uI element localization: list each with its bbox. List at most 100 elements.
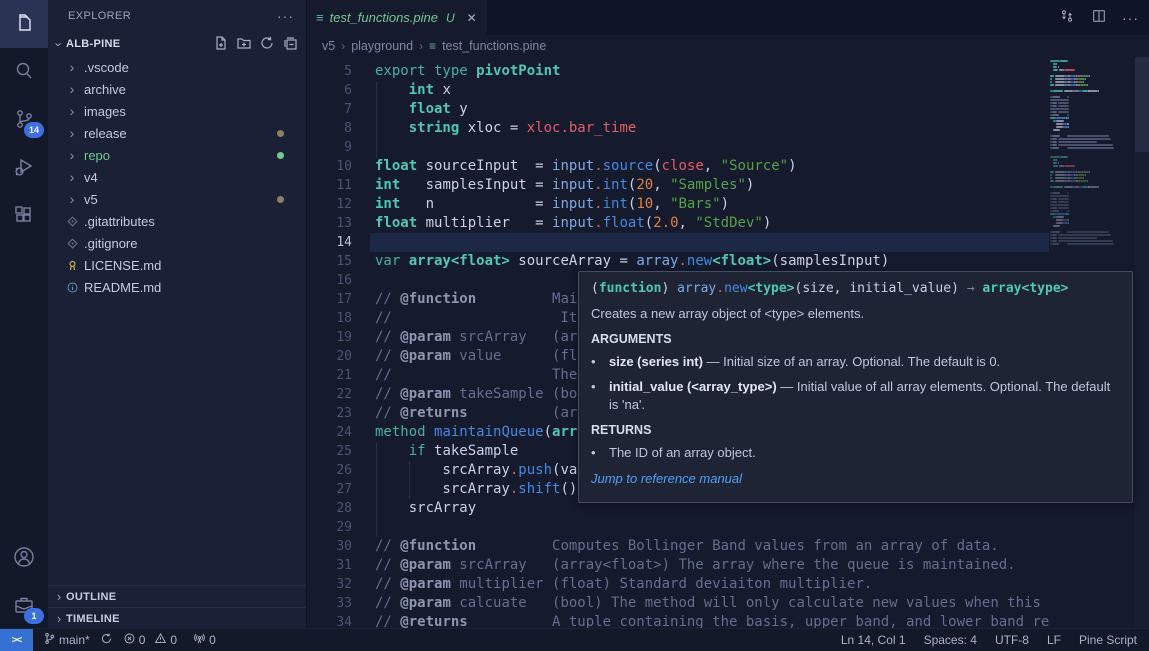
new-file-icon[interactable]	[213, 35, 229, 54]
workspace-section-header[interactable]: › ALB-PINE	[48, 32, 306, 56]
line-number[interactable]: 25	[306, 442, 352, 461]
line-number[interactable]: 13	[306, 214, 352, 233]
code-line-13[interactable]: 13 float multiplier = input.float(2.0, "S…	[306, 214, 1049, 233]
tree-item-v5[interactable]: › v5	[48, 188, 306, 210]
line-number[interactable]: 33	[306, 594, 352, 613]
line-number[interactable]: 16	[306, 271, 352, 290]
line-number[interactable]: 26	[306, 461, 352, 480]
activity-bar: 14 1	[0, 0, 48, 629]
status-encoding[interactable]: UTF-8	[995, 633, 1029, 647]
compare-changes-icon[interactable]	[1058, 7, 1076, 28]
line-number[interactable]: 27	[306, 480, 352, 499]
tree-item-repo[interactable]: › repo	[48, 144, 306, 166]
line-number[interactable]: 29	[306, 518, 352, 537]
activity-source-control[interactable]: 14	[0, 96, 48, 144]
line-content: // It	[375, 310, 578, 326]
activity-extensions[interactable]	[0, 192, 48, 240]
code-line-29[interactable]: 29	[306, 518, 1049, 537]
activity-run-debug[interactable]	[0, 144, 48, 192]
panel-outline[interactable]: › OUTLINE	[48, 585, 306, 607]
tree-item--vscode[interactable]: › .vscode	[48, 56, 306, 78]
breadcrumb-item[interactable]: v5	[322, 39, 335, 53]
line-number[interactable]: 12	[306, 195, 352, 214]
scrollbar[interactable]	[1135, 57, 1149, 629]
tree-item-license-md[interactable]: LICENSE.md	[48, 254, 306, 276]
status-language-mode[interactable]: Pine Script	[1079, 633, 1137, 647]
git-branch-item[interactable]: main*	[43, 632, 90, 648]
split-editor-icon[interactable]	[1090, 7, 1108, 28]
minimap-line	[1082, 186, 1088, 188]
status-eol[interactable]: LF	[1047, 633, 1061, 647]
activity-briefcase[interactable]: 1	[0, 582, 48, 630]
code-line-7[interactable]: 7 float y	[306, 100, 1049, 119]
sync-button[interactable]	[100, 632, 113, 648]
activity-account[interactable]	[0, 534, 48, 582]
line-number[interactable]: 32	[306, 575, 352, 594]
ports-item[interactable]: 0	[193, 632, 216, 648]
code-line-9[interactable]: 9	[306, 138, 1049, 157]
code-line-30[interactable]: 30 // @function Computes Bollinger Band v…	[306, 537, 1049, 556]
code-line-12[interactable]: 12 int n = input.int(10, "Bars")	[306, 195, 1049, 214]
line-number[interactable]: 28	[306, 499, 352, 518]
code-line-32[interactable]: 32 // @param multiplier (float) Standard …	[306, 575, 1049, 594]
line-number[interactable]: 22	[306, 385, 352, 404]
line-number[interactable]: 17	[306, 290, 352, 309]
code-line-5[interactable]: 5 export type pivotPoint	[306, 62, 1049, 81]
activity-search[interactable]	[0, 48, 48, 96]
tree-item-readme-md[interactable]: README.md	[48, 276, 306, 298]
new-folder-icon[interactable]	[236, 35, 252, 54]
breadcrumb-item[interactable]: test_functions.pine	[442, 39, 546, 53]
code-line-11[interactable]: 11 int samplesInput = input.int(20, "Samp…	[306, 176, 1049, 195]
line-number[interactable]: 18	[306, 309, 352, 328]
line-number[interactable]: 8	[306, 119, 352, 138]
close-icon[interactable]: ✕	[467, 11, 477, 25]
status-cursor-position[interactable]: Ln 14, Col 1	[841, 633, 906, 647]
line-number[interactable]: 34	[306, 613, 352, 629]
files-icon	[12, 11, 36, 38]
panel-timeline[interactable]: › TIMELINE	[48, 607, 306, 629]
tree-item--gitattributes[interactable]: .gitattributes	[48, 210, 306, 232]
code-line-34[interactable]: 34 // @returns A tuple containing the bas…	[306, 613, 1049, 629]
problems-item[interactable]: 0 0	[123, 632, 177, 648]
line-number[interactable]: 20	[306, 347, 352, 366]
code-line-33[interactable]: 33 // @param calcuate (bool) The method w…	[306, 594, 1049, 613]
line-number[interactable]: 21	[306, 366, 352, 385]
minimap-line	[1056, 159, 1058, 161]
activity-explorer[interactable]	[0, 0, 48, 48]
line-number[interactable]: 23	[306, 404, 352, 423]
line-number[interactable]: 10	[306, 157, 352, 176]
tree-item-v4[interactable]: › v4	[48, 166, 306, 188]
refresh-icon[interactable]	[259, 35, 275, 54]
code-line-14[interactable]: 14	[306, 233, 1049, 252]
line-number[interactable]: 14	[306, 233, 352, 252]
tree-item-images[interactable]: › images	[48, 100, 306, 122]
line-number[interactable]: 19	[306, 328, 352, 347]
line-number[interactable]: 9	[306, 138, 352, 157]
code-line-8[interactable]: 8 string xloc = xloc.bar_time	[306, 119, 1049, 138]
tree-item-archive[interactable]: › archive	[48, 78, 306, 100]
tree-item-release[interactable]: › release	[48, 122, 306, 144]
remote-indicator[interactable]: ><	[0, 629, 33, 651]
more-actions-icon[interactable]: ···	[1122, 10, 1139, 26]
line-number[interactable]: 7	[306, 100, 352, 119]
line-number[interactable]: 31	[306, 556, 352, 575]
scrollbar-thumb[interactable]	[1135, 57, 1149, 152]
code-line-31[interactable]: 31 // @param srcArray (array<float>) The …	[306, 556, 1049, 575]
code-line-6[interactable]: 6 int x	[306, 81, 1049, 100]
line-number[interactable]: 5	[306, 62, 352, 81]
line-number[interactable]: 30	[306, 537, 352, 556]
more-actions-icon[interactable]: ···	[277, 8, 294, 24]
line-number[interactable]: 15	[306, 252, 352, 271]
reference-manual-link[interactable]: Jump to reference manual	[591, 471, 1120, 486]
line-number[interactable]: 24	[306, 423, 352, 442]
collapse-all-icon[interactable]	[282, 35, 298, 54]
code-line-15[interactable]: 15 var array<float> sourceArray = array.n…	[306, 252, 1049, 271]
breadcrumb-separator: ›	[341, 39, 346, 53]
status-indentation[interactable]: Spaces: 4	[924, 633, 977, 647]
breadcrumb-item[interactable]: playground	[351, 39, 413, 53]
tab-test-functions[interactable]: ≡ test_functions.pine U ✕	[306, 0, 487, 35]
line-number[interactable]: 6	[306, 81, 352, 100]
code-line-10[interactable]: 10 float sourceInput = input.source(close…	[306, 157, 1049, 176]
tree-item--gitignore[interactable]: .gitignore	[48, 232, 306, 254]
line-number[interactable]: 11	[306, 176, 352, 195]
